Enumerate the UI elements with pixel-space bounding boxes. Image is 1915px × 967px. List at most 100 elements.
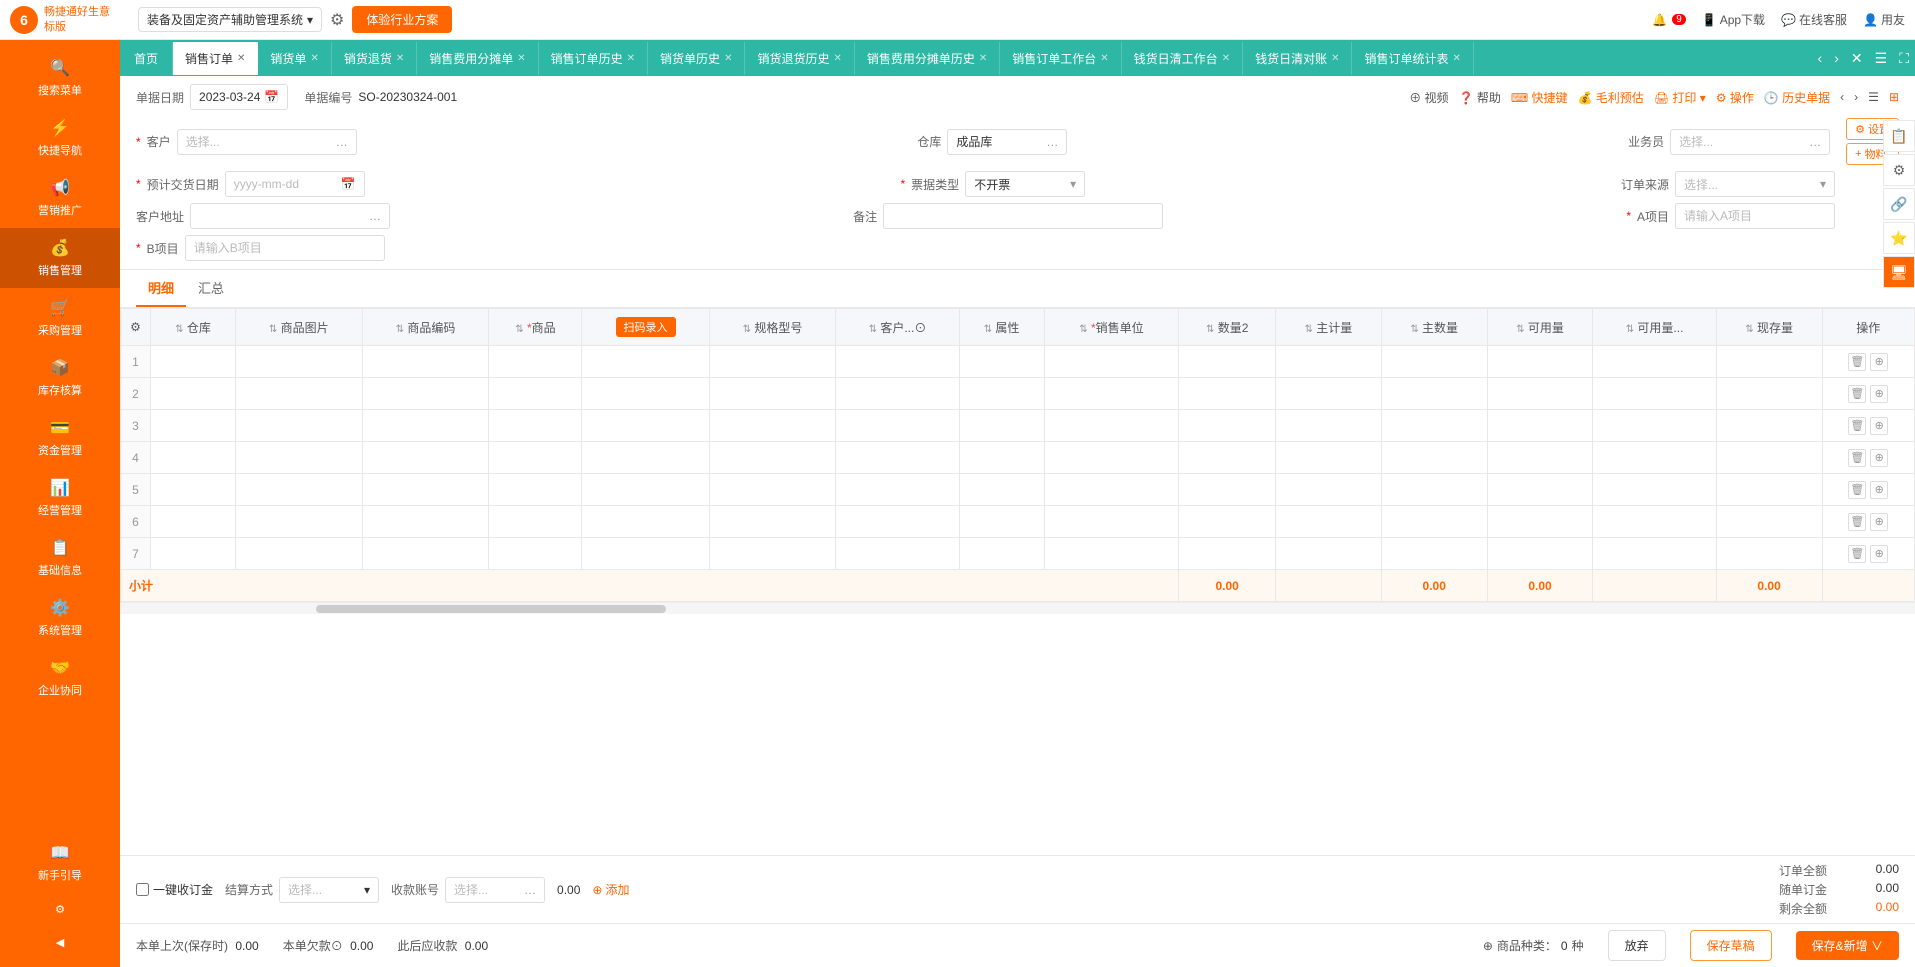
shortcut-link[interactable]: ⌨ 快捷键: [1511, 89, 1568, 106]
settlement-select[interactable]: 选择... ▾: [279, 877, 379, 903]
tab-close-all[interactable]: ✕: [1845, 50, 1869, 67]
sidebar-item-marketing[interactable]: 📢 营销推广: [0, 168, 120, 228]
row-6-qty2[interactable]: [1179, 506, 1276, 538]
row-2-customer[interactable]: [836, 378, 959, 410]
close-tab-sales-goods[interactable]: ✕: [310, 53, 318, 64]
one-key-checkout-input[interactable]: [136, 883, 149, 896]
row-3-available[interactable]: [1487, 410, 1593, 442]
tab-sales-order[interactable]: 销售订单 ✕: [173, 42, 258, 75]
save-new-button[interactable]: 保存&新增 ∨: [1796, 931, 1899, 960]
sidebar-collapse-btn[interactable]: ◀: [0, 926, 120, 959]
row-2-image[interactable]: [235, 378, 362, 410]
sidebar-item-search[interactable]: 🔍 搜索菜单: [0, 48, 120, 108]
tab-fee-history[interactable]: 销售费用分摊单历史 ✕: [855, 42, 1000, 75]
row-2-main-unit[interactable]: [1275, 378, 1381, 410]
row-1-available2[interactable]: [1593, 346, 1716, 378]
close-tab-sales-fee[interactable]: ✕: [517, 53, 525, 64]
tab-cash-reconcile[interactable]: 钱货日清对账 ✕: [1243, 42, 1352, 75]
row-6-delete-icon[interactable]: 🗑: [1848, 513, 1866, 531]
row-4-main-qty[interactable]: [1381, 442, 1487, 474]
row-6-scan[interactable]: [582, 506, 709, 538]
row-2-spec[interactable]: [709, 378, 836, 410]
row-5-current[interactable]: [1716, 474, 1822, 506]
row-7-available[interactable]: [1487, 538, 1593, 570]
row-5-unit[interactable]: [1044, 474, 1179, 506]
sidebar-item-purchase[interactable]: 🛒 采购管理: [0, 288, 120, 348]
tab-goods-history[interactable]: 销货单历史 ✕: [648, 42, 745, 75]
row-1-code[interactable]: [362, 346, 489, 378]
row-3-copy-icon[interactable]: ⊕: [1870, 417, 1888, 435]
warehouse-input[interactable]: 成品库 …: [947, 129, 1067, 155]
scrollbar-thumb[interactable]: [316, 605, 666, 613]
right-float-btn-5[interactable]: 🖥: [1883, 256, 1915, 288]
scan-button[interactable]: 扫码录入: [616, 317, 676, 337]
close-tab-fee-history[interactable]: ✕: [979, 53, 987, 64]
nav-next-icon[interactable]: ›: [1854, 90, 1858, 104]
tab-expand-icon[interactable]: ⛶: [1893, 50, 1915, 67]
sidebar-settings-btn[interactable]: ⚙: [0, 893, 120, 926]
row-2-attr[interactable]: [959, 378, 1044, 410]
row-5-available[interactable]: [1487, 474, 1593, 506]
close-tab-cash-workbench[interactable]: ✕: [1222, 53, 1230, 64]
row-5-code[interactable]: [362, 474, 489, 506]
row-5-attr[interactable]: [959, 474, 1044, 506]
row-5-image[interactable]: [235, 474, 362, 506]
row-6-unit[interactable]: [1044, 506, 1179, 538]
row-6-warehouse[interactable]: [151, 506, 236, 538]
row-7-main-qty[interactable]: [1381, 538, 1487, 570]
app-download-link[interactable]: 📱 App下载: [1702, 11, 1765, 28]
row-6-main-unit[interactable]: [1275, 506, 1381, 538]
row-7-customer[interactable]: [836, 538, 959, 570]
notification-bell[interactable]: 🔔9: [1652, 13, 1686, 27]
customer-input[interactable]: 选择... …: [177, 129, 357, 155]
row-1-product[interactable]: [489, 346, 582, 378]
row-4-warehouse[interactable]: [151, 442, 236, 474]
row-7-attr[interactable]: [959, 538, 1044, 570]
user-avatar[interactable]: 👤 用友: [1863, 11, 1905, 28]
row-1-image[interactable]: [235, 346, 362, 378]
row-3-current[interactable]: [1716, 410, 1822, 442]
row-2-code[interactable]: [362, 378, 489, 410]
row-2-delete-icon[interactable]: 🗑: [1848, 385, 1866, 403]
row-7-unit[interactable]: [1044, 538, 1179, 570]
tab-return-history[interactable]: 销货退货历史 ✕: [745, 42, 854, 75]
row-7-available2[interactable]: [1593, 538, 1716, 570]
row-1-spec[interactable]: [709, 346, 836, 378]
row-3-unit[interactable]: [1044, 410, 1179, 442]
sidebar-item-operations[interactable]: 📊 经营管理: [0, 468, 120, 528]
close-tab-sales-order-history[interactable]: ✕: [627, 53, 635, 64]
row-3-image[interactable]: [235, 410, 362, 442]
row-5-copy-icon[interactable]: ⊕: [1870, 481, 1888, 499]
b-project-input[interactable]: 请输入B项目: [185, 235, 385, 261]
system-title[interactable]: 装备及固定资产辅助管理系统 ▾: [138, 7, 322, 32]
right-float-btn-3[interactable]: 🔗: [1883, 188, 1915, 220]
row-3-main-qty[interactable]: [1381, 410, 1487, 442]
row-6-current[interactable]: [1716, 506, 1822, 538]
operation-link[interactable]: ⚙ 操作: [1716, 89, 1754, 106]
row-4-spec[interactable]: [709, 442, 836, 474]
online-service-link[interactable]: 💬 在线客服: [1781, 11, 1847, 28]
row-1-current[interactable]: [1716, 346, 1822, 378]
history-link[interactable]: 🕒 历史单据: [1764, 89, 1830, 106]
row-1-attr[interactable]: [959, 346, 1044, 378]
add-payment-button[interactable]: ⊕ 添加: [592, 881, 629, 898]
tab-sales-return[interactable]: 销货退货 ✕: [332, 42, 417, 75]
row-3-delete-icon[interactable]: 🗑: [1848, 417, 1866, 435]
detail-tab-detail[interactable]: 明细: [136, 270, 186, 307]
print-link[interactable]: 🖨 打印 ▾: [1654, 89, 1706, 106]
tab-sales-stats[interactable]: 销售订单统计表 ✕: [1352, 42, 1473, 75]
row-3-qty2[interactable]: [1179, 410, 1276, 442]
col-settings[interactable]: ⚙: [121, 309, 151, 346]
row-6-spec[interactable]: [709, 506, 836, 538]
row-3-available2[interactable]: [1593, 410, 1716, 442]
sidebar-item-inventory[interactable]: 📦 库存核算: [0, 348, 120, 408]
receive-account-select[interactable]: 选择... …: [445, 877, 545, 903]
right-float-btn-1[interactable]: 📋: [1883, 120, 1915, 152]
row-4-current[interactable]: [1716, 442, 1822, 474]
row-5-scan[interactable]: [582, 474, 709, 506]
row-2-copy-icon[interactable]: ⊕: [1870, 385, 1888, 403]
close-tab-sales-order[interactable]: ✕: [237, 53, 245, 64]
row-1-scan[interactable]: [582, 346, 709, 378]
row-6-main-qty[interactable]: [1381, 506, 1487, 538]
row-5-warehouse[interactable]: [151, 474, 236, 506]
